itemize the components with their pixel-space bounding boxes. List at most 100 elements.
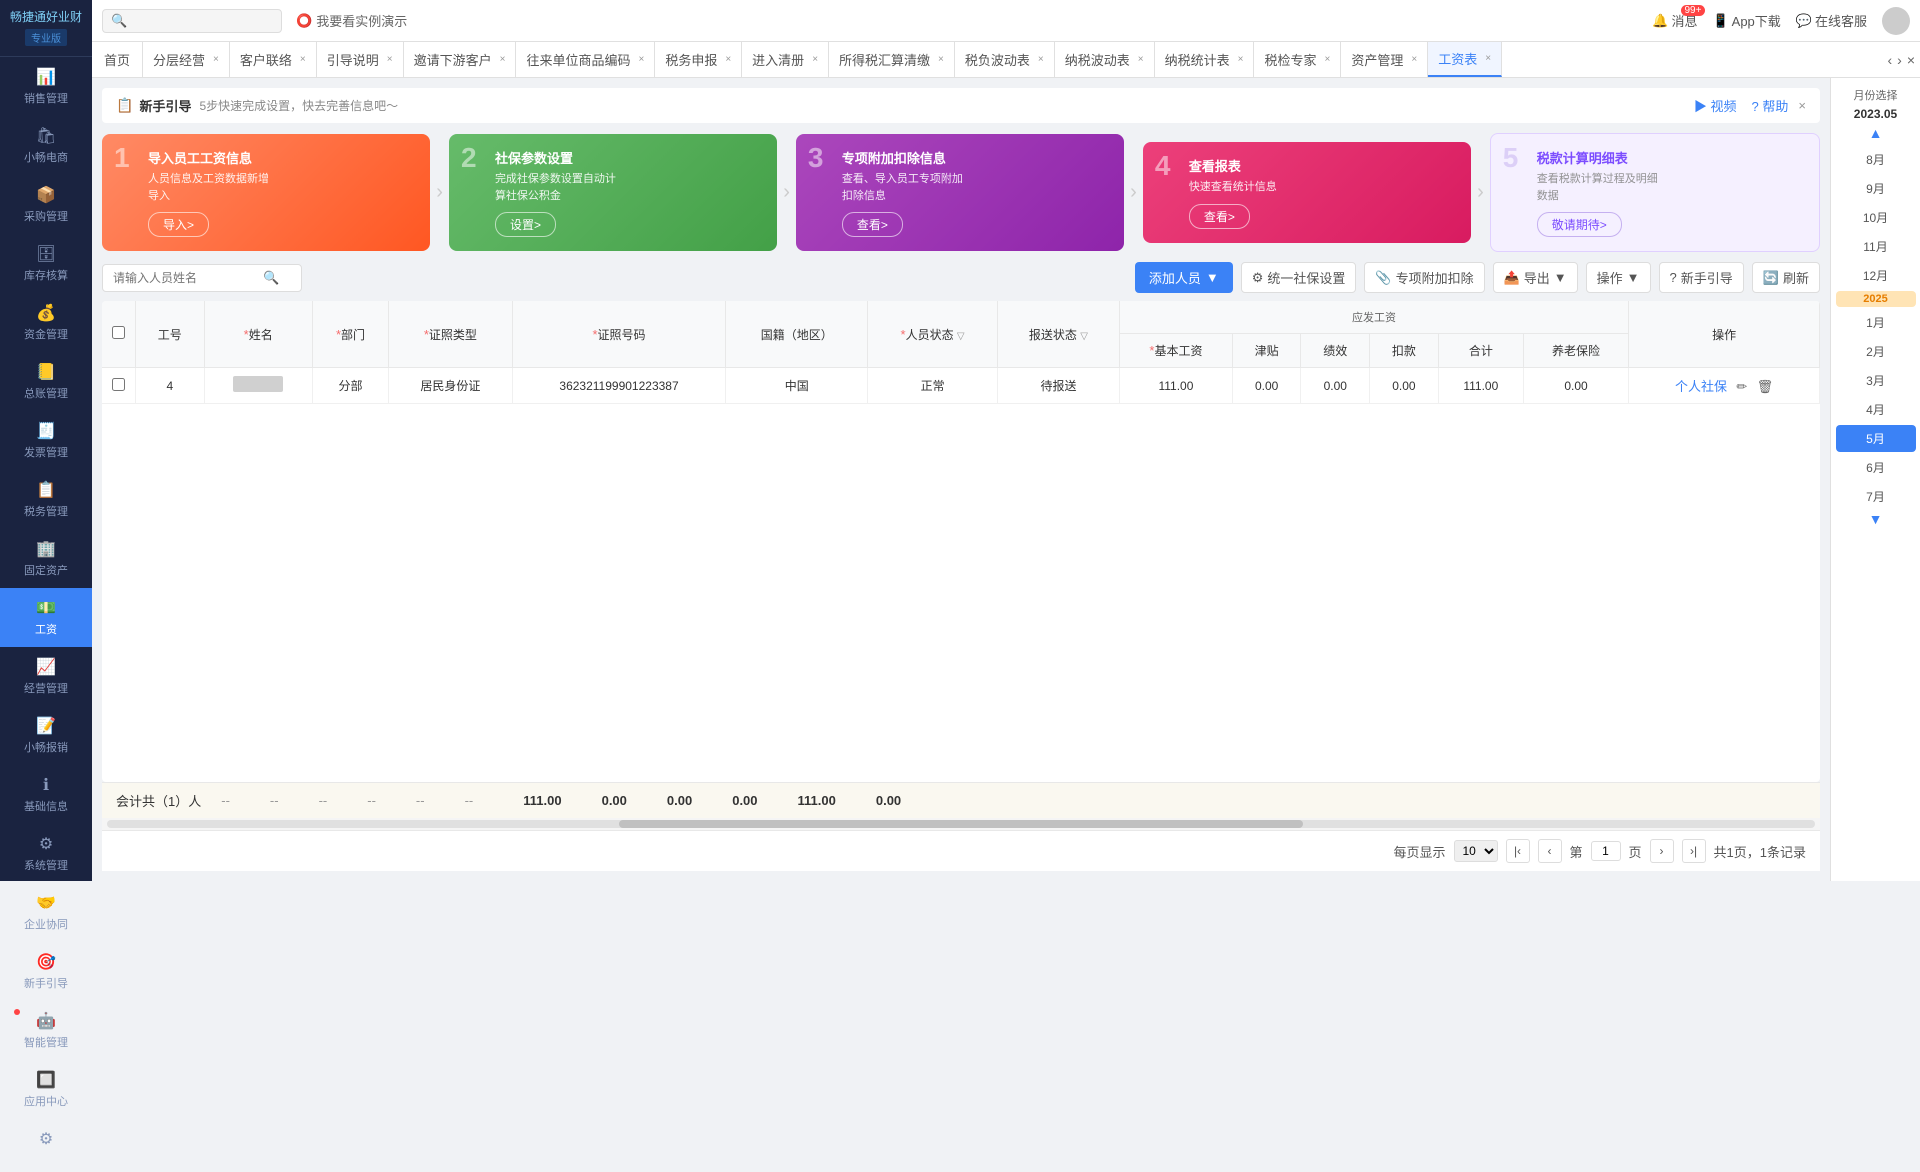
scroll-bar-area[interactable] — [102, 818, 1820, 830]
topbar-search-input[interactable] — [131, 14, 251, 28]
close-icon[interactable]: × — [500, 54, 506, 65]
special-deduction-btn[interactable]: 📎 专项附加扣除 — [1364, 262, 1484, 293]
help-link[interactable]: ? 帮助 — [1752, 96, 1789, 115]
sidebar-item-invoice[interactable]: 🧾 发票管理 — [0, 411, 92, 470]
month-item-1[interactable]: 1月 — [1836, 309, 1916, 336]
close-icon[interactable]: × — [1324, 54, 1330, 65]
month-item-5[interactable]: 5月 — [1836, 425, 1916, 452]
delete-icon[interactable]: 🗑 — [1757, 379, 1774, 394]
close-icon[interactable]: × — [1038, 54, 1044, 65]
close-all-icon[interactable]: × — [1907, 52, 1915, 68]
tab-customer[interactable]: 客户联络 × — [230, 42, 317, 77]
employee-search-box[interactable]: 🔍 — [102, 264, 302, 292]
sidebar-item-sales[interactable]: 📊 销售管理 — [0, 57, 92, 116]
close-icon[interactable]: × — [725, 54, 731, 65]
close-icon[interactable]: × — [1485, 53, 1491, 64]
tab-tax-fluctuation[interactable]: 纳税波动表 × — [1055, 42, 1155, 77]
sidebar-item-operations[interactable]: 📈 经营管理 — [0, 647, 92, 706]
sidebar-item-purchase[interactable]: 📦 采购管理 — [0, 175, 92, 234]
close-icon[interactable]: × — [638, 54, 644, 65]
sidebar-item-expense[interactable]: 📝 小畅报销 — [0, 706, 92, 765]
operate-btn[interactable]: 操作 ▼ — [1586, 262, 1651, 293]
sidebar-item-tax[interactable]: 📋 税务管理 — [0, 470, 92, 529]
personal-insurance-link[interactable]: 个人社保 — [1675, 379, 1727, 394]
next-page-btn[interactable]: › — [1650, 839, 1674, 863]
sidebar-item-newguide[interactable]: 🎯 新手引导 — [0, 942, 92, 1001]
close-icon[interactable]: × — [300, 54, 306, 65]
first-page-btn[interactable]: |‹ — [1506, 839, 1530, 863]
select-all-checkbox[interactable] — [112, 326, 125, 339]
sidebar-item-system[interactable]: ⚙ 系统管理 — [0, 824, 92, 883]
tab-tax-report[interactable]: 税务申报 × — [655, 42, 742, 77]
sidebar-item-appcenter[interactable]: 🔲 应用中心 — [0, 1060, 92, 1119]
prev-page-btn[interactable]: ‹ — [1538, 839, 1562, 863]
step-btn-2[interactable]: 设置> — [495, 212, 556, 237]
month-nav-down-icon[interactable]: ▼ — [1869, 511, 1883, 527]
tab-clearance[interactable]: 进入清册 × — [742, 42, 829, 77]
video-link[interactable]: ▶ 视频 — [1694, 96, 1737, 115]
month-item-11[interactable]: 11月 — [1836, 233, 1916, 260]
refresh-btn[interactable]: 🔄 刷新 — [1752, 262, 1820, 293]
tab-income-tax[interactable]: 所得税汇算清缴 × — [829, 42, 955, 77]
month-item-10[interactable]: 10月 — [1836, 204, 1916, 231]
sidebar-item-ledger[interactable]: 📒 总账管理 — [0, 352, 92, 411]
last-page-btn[interactable]: ›| — [1682, 839, 1706, 863]
page-number-input[interactable] — [1591, 841, 1621, 861]
month-item-4[interactable]: 4月 — [1836, 396, 1916, 423]
tab-product-code[interactable]: 往来单位商品编码 × — [516, 42, 655, 77]
close-icon[interactable]: × — [812, 54, 818, 65]
month-item-12[interactable]: 12月 — [1836, 262, 1916, 289]
month-item-3[interactable]: 3月 — [1836, 367, 1916, 394]
topbar-search-box[interactable]: 🔍 — [102, 9, 282, 33]
employee-search-input[interactable] — [113, 271, 263, 285]
step-btn-3[interactable]: 查看> — [842, 212, 903, 237]
scroll-bar-thumb[interactable] — [619, 820, 1302, 828]
sidebar-item-finance[interactable]: 💰 资金管理 — [0, 293, 92, 352]
tab-tax-stats[interactable]: 纳税统计表 × — [1155, 42, 1255, 77]
step-btn-4[interactable]: 查看> — [1189, 204, 1250, 229]
sidebar-item-assets[interactable]: 🏢 固定资产 — [0, 529, 92, 588]
month-item-6[interactable]: 6月 — [1836, 454, 1916, 481]
sidebar-item-coop[interactable]: 🤝 企业协同 — [0, 883, 92, 942]
tab-tax-burden[interactable]: 税负波动表 × — [955, 42, 1055, 77]
month-item-9[interactable]: 9月 — [1836, 175, 1916, 202]
user-avatar[interactable] — [1882, 7, 1910, 35]
guide-close-btn[interactable]: × — [1798, 98, 1806, 113]
edit-icon[interactable]: ✏ — [1736, 379, 1747, 394]
tab-tax-expert[interactable]: 税检专家 × — [1254, 42, 1341, 77]
close-icon[interactable]: × — [213, 54, 219, 65]
tab-salary-table[interactable]: 工资表 × — [1428, 42, 1502, 77]
demo-link[interactable]: ⭕ 我要看实例演示 — [292, 11, 407, 30]
close-icon[interactable]: × — [1138, 54, 1144, 65]
month-item-2[interactable]: 2月 — [1836, 338, 1916, 365]
add-employee-button[interactable]: 添加人员 ▼ — [1135, 262, 1233, 293]
tab-invite[interactable]: 邀请下游客户 × — [404, 42, 517, 77]
month-nav-up-icon[interactable]: ▲ — [1869, 125, 1883, 141]
nav-prev-icon[interactable]: ‹ — [1887, 52, 1892, 68]
sidebar-item-ecommerce[interactable]: 🛍 小畅电商 — [0, 116, 92, 175]
app-download-btn[interactable]: 📱 App下载 — [1712, 11, 1780, 30]
tab-home[interactable]: 首页 — [92, 42, 143, 77]
sidebar-item-basic-info[interactable]: ℹ 基础信息 — [0, 765, 92, 824]
row-checkbox[interactable] — [112, 378, 125, 391]
notification-btn[interactable]: 🔔 消息 99+ — [1652, 11, 1697, 30]
sidebar-item-settings[interactable]: ⚙ — [0, 1119, 92, 1162]
step-btn-1[interactable]: 导入> — [148, 212, 209, 237]
sidebar-item-inventory[interactable]: 🗄 库存核算 — [0, 234, 92, 293]
step-btn-5[interactable]: 敬请期待> — [1537, 212, 1622, 237]
nav-next-icon[interactable]: › — [1897, 52, 1902, 68]
tab-asset-mgmt[interactable]: 资产管理 × — [1341, 42, 1428, 77]
close-icon[interactable]: × — [1238, 54, 1244, 65]
month-item-7[interactable]: 7月 — [1836, 483, 1916, 510]
newguide-btn[interactable]: ? 新手引导 — [1659, 262, 1744, 293]
tab-guide[interactable]: 引导说明 × — [317, 42, 404, 77]
sidebar-item-salary[interactable]: 💵 工资 — [0, 588, 92, 647]
tab-layered-ops[interactable]: 分层经营 × — [143, 42, 230, 77]
sidebar-item-ai[interactable]: 🤖 智能管理 — [0, 1001, 92, 1060]
close-icon[interactable]: × — [387, 54, 393, 65]
per-page-select[interactable]: 10 — [1454, 840, 1498, 862]
td-checkbox[interactable] — [102, 368, 136, 404]
social-security-setting-btn[interactable]: ⚙ 统一社保设置 — [1241, 262, 1357, 293]
close-icon[interactable]: × — [938, 54, 944, 65]
export-btn[interactable]: 📤 导出 ▼ — [1493, 262, 1578, 293]
